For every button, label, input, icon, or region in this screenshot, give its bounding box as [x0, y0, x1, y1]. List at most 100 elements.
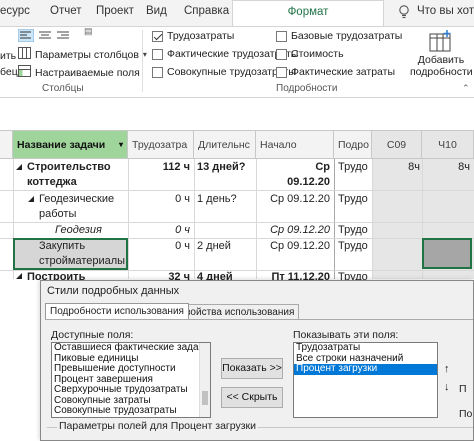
duration-header-label: Длительнс — [198, 139, 250, 151]
custom-fields-icon — [18, 65, 31, 80]
field-settings-label: Параметры полей для Процент загрузки — [57, 420, 259, 432]
list-item[interactable]: Превышение доступности — [52, 363, 210, 375]
task-name-line-2: стройматериалы — [39, 255, 126, 267]
column-header-duration[interactable]: Длительнс — [194, 131, 256, 159]
collapse-triangle-icon[interactable]: ◢ — [16, 271, 22, 280]
details-cumulative-work-checkbox[interactable]: Совокупные трудозатраты — [152, 66, 296, 78]
lightbulb-icon[interactable] — [398, 5, 410, 19]
task-name-header-label: Название задачи — [17, 139, 106, 151]
column-settings-label: Параметры столбцов — [35, 48, 139, 61]
start-header-label: Начало — [260, 139, 297, 151]
task-duration: 1 день? — [197, 193, 237, 205]
details-cost-label: Стоимость — [291, 48, 344, 60]
dropdown-arrow-icon[interactable]: ▾ — [119, 140, 123, 149]
task-name-line-1: Геодезические — [39, 193, 115, 205]
list-item-selected[interactable]: Процент загрузки — [294, 363, 437, 375]
checkbox-icon — [276, 30, 287, 42]
grid-line — [256, 159, 257, 279]
header-top-border — [0, 130, 474, 131]
detail-styles-dialog: Стили подробных данных Подробности испол… — [40, 280, 474, 441]
chevron-down-icon: ▾ — [142, 50, 147, 59]
align-right-icon[interactable] — [56, 29, 70, 45]
column-header-work[interactable]: Трудозатра — [128, 131, 194, 159]
align-center-icon[interactable] — [38, 29, 52, 45]
tab-view[interactable]: Вид — [146, 5, 167, 17]
move-up-icon[interactable]: ↑ — [444, 363, 450, 375]
checkbox-icon — [152, 66, 163, 78]
tab-help[interactable]: Справка — [184, 5, 229, 17]
assignment-start: Ср 09.12.20 — [270, 224, 330, 236]
list-item[interactable]: Сверхурочные трудозатраты — [52, 384, 210, 396]
task-detail-label: Трудо — [338, 224, 368, 236]
ribbon-separator — [142, 30, 143, 92]
available-fields-label: Доступные поля: — [51, 329, 134, 341]
add-details-icon — [429, 30, 453, 52]
task-week-1-value: 8ч — [408, 161, 420, 173]
column-header-week-1[interactable]: С09 — [372, 131, 422, 159]
column-header-details[interactable]: Подро — [334, 131, 372, 159]
collapse-ribbon-icon[interactable]: ⌃ — [462, 83, 470, 94]
tab-project[interactable]: Проект — [96, 5, 134, 17]
task-name-line-1: Закупить — [39, 240, 86, 252]
task-duration: 2 дней — [197, 240, 231, 252]
insert-column-fragment-2[interactable]: бец — [0, 66, 18, 78]
columns-group-label: Столбцы — [42, 83, 84, 94]
ribbon-tabs-bar: есурс Отчет Проект Вид Справка Формат Чт… — [0, 0, 474, 27]
column-header-start[interactable]: Начало — [256, 131, 334, 159]
column-settings-button[interactable]: Параметры столбцов ▾ — [18, 47, 147, 62]
list-item[interactable]: Оставшиеся фактические задачи — [52, 343, 210, 354]
assignment-work: 0 ч — [175, 224, 190, 236]
list-item[interactable]: Совокупные трудозатраты — [52, 405, 210, 417]
details-cost-checkbox[interactable]: Стоимость — [276, 48, 344, 60]
tab-format[interactable]: Формат — [232, 0, 384, 27]
task-detail-label: Трудо — [338, 193, 368, 205]
task-start: Ср 09.12.20 — [270, 193, 330, 205]
details-baseline-work-checkbox[interactable]: Базовые трудозатраты — [276, 30, 402, 42]
tell-me-search[interactable]: Что вы хотит — [417, 5, 474, 17]
grid-line — [0, 190, 474, 191]
tab-usage-properties[interactable]: Свойства использования — [173, 304, 300, 320]
tab-strip-border — [45, 319, 473, 320]
wrap-text-icon[interactable]: ▤ — [84, 26, 93, 37]
selected-timescale-cell[interactable] — [422, 238, 472, 269]
task-start-day: Ср — [315, 161, 330, 173]
tab-usage-details[interactable]: Подробности использования — [45, 303, 189, 319]
grid-line — [372, 159, 373, 279]
grid-line — [128, 159, 129, 279]
show-field-button[interactable]: Показать >> — [221, 358, 283, 379]
custom-fields-button[interactable]: Настраиваемые поля — [18, 65, 140, 80]
column-header-week-2[interactable]: Ч10 — [422, 131, 474, 159]
details-work-checkbox[interactable]: Трудозатраты — [152, 30, 234, 42]
collapse-triangle-icon[interactable]: ◢ — [28, 194, 34, 203]
week-2-header-label: Ч10 — [438, 139, 457, 151]
right-fragment-1: П — [459, 383, 467, 395]
dialog-title: Стили подробных данных — [47, 285, 180, 297]
show-fields-list[interactable]: Трудозатраты Все строки назначений Проце… — [293, 342, 438, 418]
add-details-label-1: Добавить — [417, 54, 465, 66]
assignment-name: Геодезия — [55, 224, 102, 236]
row-number-header[interactable] — [0, 131, 13, 159]
scrollbar[interactable] — [199, 343, 210, 417]
task-work: 112 ч — [162, 161, 190, 173]
insert-column-fragment[interactable]: ить — [0, 50, 16, 62]
week-1-header-label: С09 — [386, 139, 407, 151]
column-header-task-name[interactable]: Название задачи ▾ — [13, 131, 128, 159]
scrollbar-thumb[interactable] — [202, 391, 208, 405]
tab-report[interactable]: Отчет — [50, 5, 82, 17]
tab-resource[interactable]: есурс — [0, 5, 30, 17]
add-details-button[interactable]: Добавить подробности — [410, 30, 473, 84]
grid-line — [194, 159, 195, 279]
field-settings-groupbox: Параметры полей для Процент загрузки — [47, 420, 473, 441]
task-start: Ср 09.12.20 — [270, 240, 330, 252]
details-actual-cost-checkbox[interactable]: Фактические затраты — [276, 66, 395, 78]
checkbox-icon — [276, 66, 287, 78]
hide-field-button[interactable]: << Скрыть — [221, 387, 283, 408]
collapse-triangle-icon[interactable]: ◢ — [16, 162, 22, 171]
available-fields-list[interactable]: Оставшиеся фактические задачи Пиковые ед… — [51, 342, 211, 418]
details-actual-cost-label: Фактические затраты — [291, 66, 396, 78]
task-work: 0 ч — [175, 193, 190, 205]
list-item[interactable]: Трудозатраты — [294, 343, 437, 354]
align-left-icon[interactable] — [17, 28, 35, 45]
task-name-line-2: коттеджа — [27, 176, 77, 188]
move-down-icon[interactable]: ↓ — [444, 381, 450, 393]
